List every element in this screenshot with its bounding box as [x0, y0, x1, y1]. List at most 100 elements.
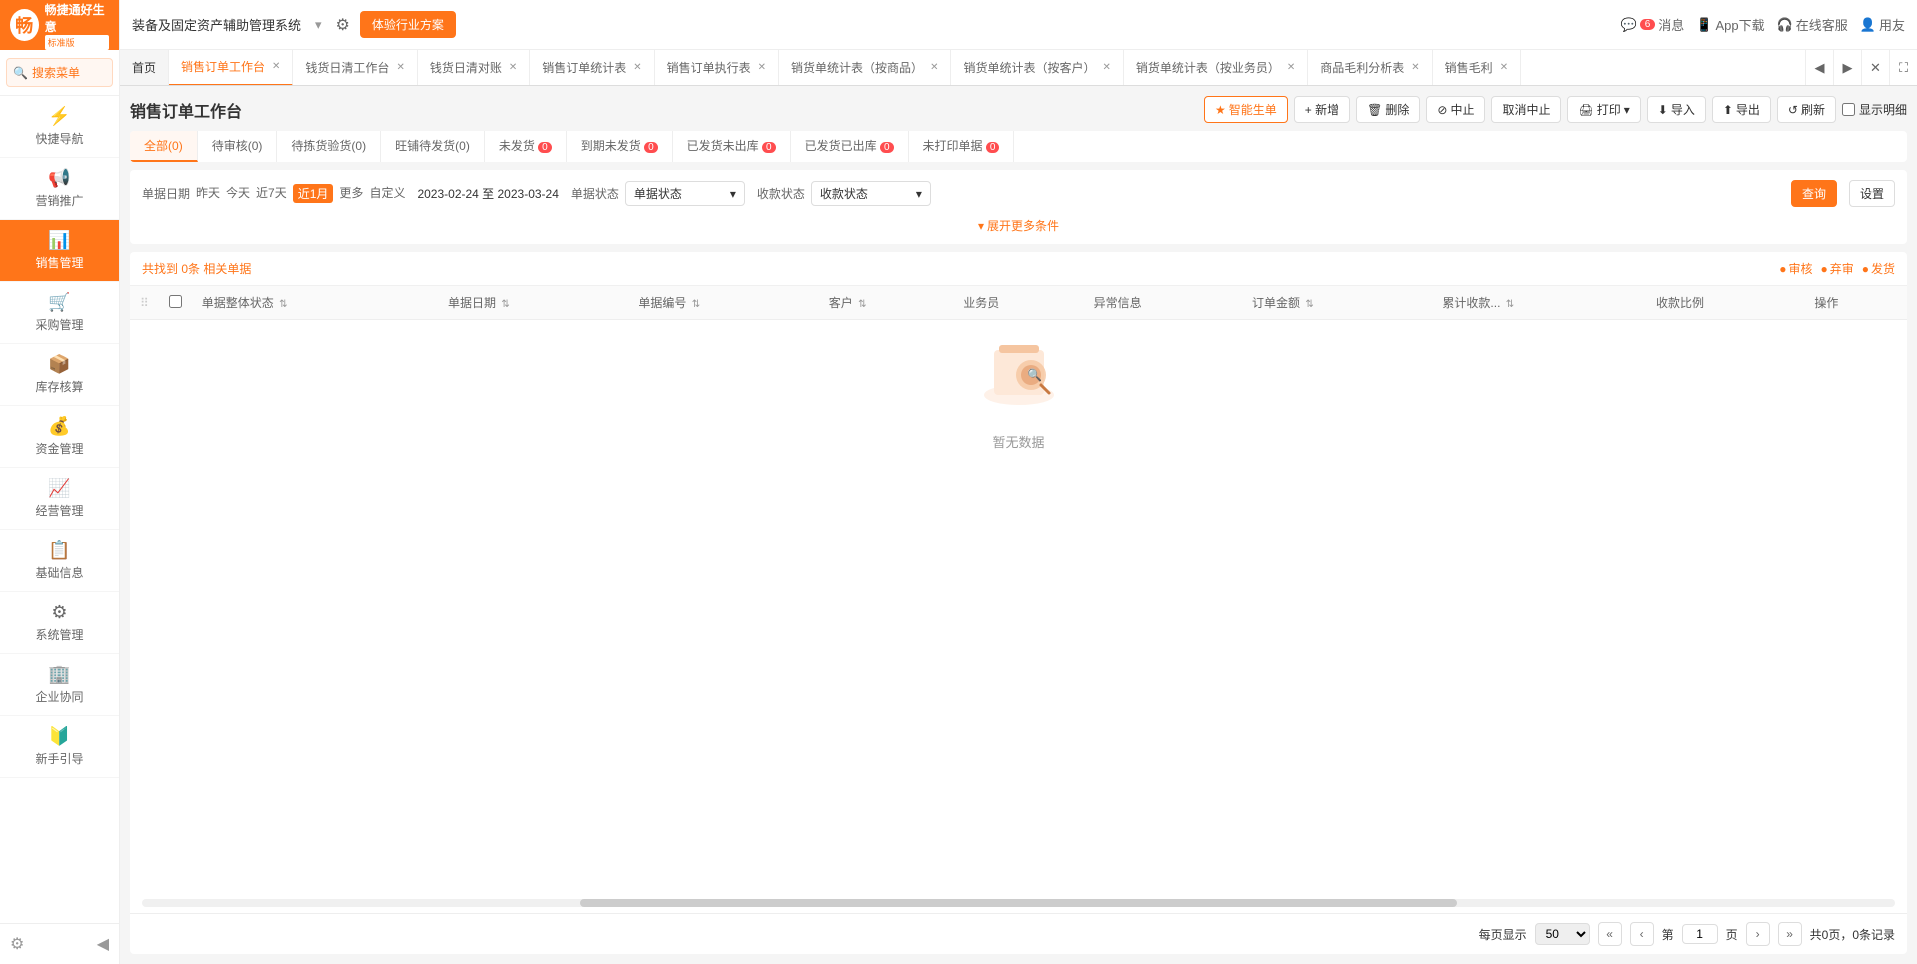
sort-customer-icon[interactable]: ⇅ — [858, 299, 866, 310]
tab-sales-summary-product[interactable]: 销货单统计表（按商品） ✕ — [779, 50, 951, 86]
page-number-input[interactable] — [1682, 924, 1718, 944]
tab-maximize[interactable]: ⛶ — [1889, 50, 1917, 86]
select-all-checkbox[interactable] — [169, 295, 182, 308]
sidebar-bottom: ⚙ ◀ — [0, 923, 119, 964]
sidebar-item-quick-nav[interactable]: ⚡ 快捷导航 — [0, 96, 119, 158]
sidebar-item-enterprise[interactable]: 🏢 企业协同 — [0, 654, 119, 716]
sub-tab-wangpu-delivery[interactable]: 旺铺待发货(0) — [381, 131, 485, 162]
tab-nav-prev[interactable]: ◀ — [1805, 50, 1833, 86]
sort-number-icon[interactable]: ⇅ — [692, 299, 700, 310]
sidebar-item-guide[interactable]: 🔰 新手引导 — [0, 716, 119, 778]
sub-tab-pending-review[interactable]: 待审核(0) — [198, 131, 278, 162]
sidebar-item-finance[interactable]: 💰 资金管理 — [0, 406, 119, 468]
scrollbar-thumb[interactable] — [580, 899, 1457, 907]
query-button[interactable]: 查询 — [1791, 180, 1837, 207]
review-action-button[interactable]: ● 审核 — [1779, 260, 1812, 277]
filter-date-custom[interactable]: 自定义 — [369, 184, 405, 203]
tab-home[interactable]: 首页 — [120, 50, 169, 86]
filter-date-month[interactable]: 近1月 — [293, 184, 334, 203]
sidebar-item-basic[interactable]: 📋 基础信息 — [0, 530, 119, 592]
ship-action-button[interactable]: ● 发货 — [1862, 260, 1895, 277]
cancel-review-action-button[interactable]: ● 弃审 — [1820, 260, 1853, 277]
filter-date-7days[interactable]: 近7天 — [256, 184, 287, 203]
tab-sales-summary-staff[interactable]: 销货单统计表（按业务员） ✕ — [1124, 50, 1308, 86]
sidebar-item-sales[interactable]: 📊 销售管理 — [0, 220, 119, 282]
export-button[interactable]: ⬆ 导出 — [1712, 96, 1771, 123]
tab-close-sales-order-workbench[interactable]: ✕ — [272, 61, 280, 72]
tab-close-sales-summary-customer[interactable]: ✕ — [1102, 62, 1110, 73]
data-table: ⠿ 单据整体状态 ⇅ 单据日期 ⇅ — [130, 286, 1907, 320]
expand-filter-button[interactable]: ▾ 展开更多条件 — [978, 217, 1059, 234]
filter-date-today[interactable]: 今天 — [226, 184, 250, 203]
prev-page-button[interactable]: ‹ — [1630, 922, 1654, 946]
tab-close-sales-stats[interactable]: ✕ — [633, 62, 641, 73]
next-page-button[interactable]: › — [1746, 922, 1770, 946]
industry-solution-button[interactable]: 体验行业方案 — [360, 11, 456, 38]
sub-tab-pending-inspect[interactable]: 待拣货验货(0) — [277, 131, 381, 162]
topbar-dropdown-icon[interactable]: ▾ — [315, 17, 322, 33]
import-button[interactable]: ⬇ 导入 — [1647, 96, 1706, 123]
filter-status-select[interactable]: 单据状态 ▾ — [625, 181, 745, 206]
tab-sales-stats[interactable]: 销售订单统计表 ✕ — [530, 50, 654, 86]
sidebar-item-purchase[interactable]: 🛒 采购管理 — [0, 282, 119, 344]
refresh-button[interactable]: ↺ 刷新 — [1777, 96, 1836, 123]
horizontal-scrollbar[interactable] — [142, 899, 1895, 907]
tab-sales-gross[interactable]: 销售毛利 ✕ — [1433, 50, 1521, 86]
sort-status-icon[interactable]: ⇅ — [279, 299, 287, 310]
sub-tab-overdue-not-shipped[interactable]: 到期未发货 0 — [567, 131, 673, 162]
app-download-button[interactable]: 📱 App下载 — [1696, 15, 1764, 34]
sort-amount-icon[interactable]: ⇅ — [1305, 299, 1313, 310]
filter-payment-dropdown-icon: ▾ — [916, 187, 922, 201]
sidebar-item-inventory[interactable]: 📦 库存核算 — [0, 344, 119, 406]
cancel-stop-button[interactable]: 取消中止 — [1491, 96, 1561, 123]
settings-icon[interactable]: ⚙ — [10, 934, 24, 954]
new-button[interactable]: + 新增 — [1294, 96, 1350, 123]
tab-close-cash-reconcile[interactable]: ✕ — [509, 62, 517, 73]
tab-sales-exec[interactable]: 销售订单执行表 ✕ — [655, 50, 779, 86]
tab-cash-daily[interactable]: 钱货日清工作台 ✕ — [293, 50, 417, 86]
filter-date-more[interactable]: 更多 — [339, 184, 363, 203]
message-icon: 💬 — [1621, 17, 1637, 33]
tab-nav-next[interactable]: ▶ — [1833, 50, 1861, 86]
sidebar-item-system[interactable]: ⚙ 系统管理 — [0, 592, 119, 654]
tab-close-cash-daily[interactable]: ✕ — [396, 62, 404, 73]
tab-close-product-margin[interactable]: ✕ — [1411, 62, 1419, 73]
sub-tab-shipped-not-out[interactable]: 已发货未出库 0 — [673, 131, 791, 162]
sub-tab-not-shipped[interactable]: 未发货 0 — [485, 131, 567, 162]
sort-collected-icon[interactable]: ⇅ — [1506, 299, 1514, 310]
user-menu-button[interactable]: 👤 用友 — [1860, 15, 1905, 34]
tab-close-sales-summary-staff[interactable]: ✕ — [1287, 62, 1295, 73]
tab-cash-reconcile[interactable]: 钱货日清对账 ✕ — [418, 50, 530, 86]
sort-date-icon[interactable]: ⇅ — [501, 299, 509, 310]
topbar-gear-icon[interactable]: ⚙ — [336, 15, 350, 35]
tab-close-sales-exec[interactable]: ✕ — [758, 62, 766, 73]
tab-close-sales-summary-product[interactable]: ✕ — [930, 62, 938, 73]
tab-product-margin[interactable]: 商品毛利分析表 ✕ — [1308, 50, 1432, 86]
sidebar-item-marketing[interactable]: 📢 营销推广 — [0, 158, 119, 220]
last-page-button[interactable]: » — [1778, 922, 1802, 946]
sub-tab-all[interactable]: 全部(0) — [130, 131, 198, 162]
search-menu-button[interactable]: 🔍 搜索菜单 — [6, 58, 113, 87]
filter-payment-select[interactable]: 收款状态 ▾ — [811, 181, 931, 206]
show-detail-checkbox-area[interactable]: 显示明细 — [1842, 101, 1907, 118]
print-button[interactable]: 🖨 打印 ▾ — [1567, 96, 1640, 123]
tab-close-sales-gross[interactable]: ✕ — [1500, 62, 1508, 73]
table-scroll-area[interactable]: ⠿ 单据整体状态 ⇅ 单据日期 ⇅ — [130, 286, 1907, 893]
filter-date-yesterday[interactable]: 昨天 — [196, 184, 220, 203]
sub-tab-not-printed[interactable]: 未打印单据 0 — [909, 131, 1015, 162]
per-page-select[interactable]: 50 100 200 — [1535, 923, 1590, 945]
sub-tab-shipped-out[interactable]: 已发货已出库 0 — [791, 131, 909, 162]
delete-button[interactable]: 🗑 删除 — [1356, 96, 1420, 123]
tab-sales-order-workbench[interactable]: 销售订单工作台 ✕ — [169, 50, 293, 86]
first-page-button[interactable]: « — [1598, 922, 1622, 946]
setting-button[interactable]: 设置 — [1849, 180, 1895, 207]
message-button[interactable]: 💬 6 消息 — [1621, 15, 1685, 34]
collapse-icon[interactable]: ◀ — [97, 934, 109, 954]
tab-close-all[interactable]: ✕ — [1861, 50, 1889, 86]
tab-sales-summary-customer[interactable]: 销货单统计表（按客户） ✕ — [951, 50, 1123, 86]
stop-button[interactable]: ⊘ 中止 — [1426, 96, 1485, 123]
show-detail-checkbox[interactable] — [1842, 103, 1855, 116]
online-service-button[interactable]: 🎧 在线客服 — [1777, 15, 1848, 34]
smart-order-button[interactable]: ★ 智能生单 — [1204, 96, 1288, 123]
sidebar-item-operation[interactable]: 📈 经营管理 — [0, 468, 119, 530]
